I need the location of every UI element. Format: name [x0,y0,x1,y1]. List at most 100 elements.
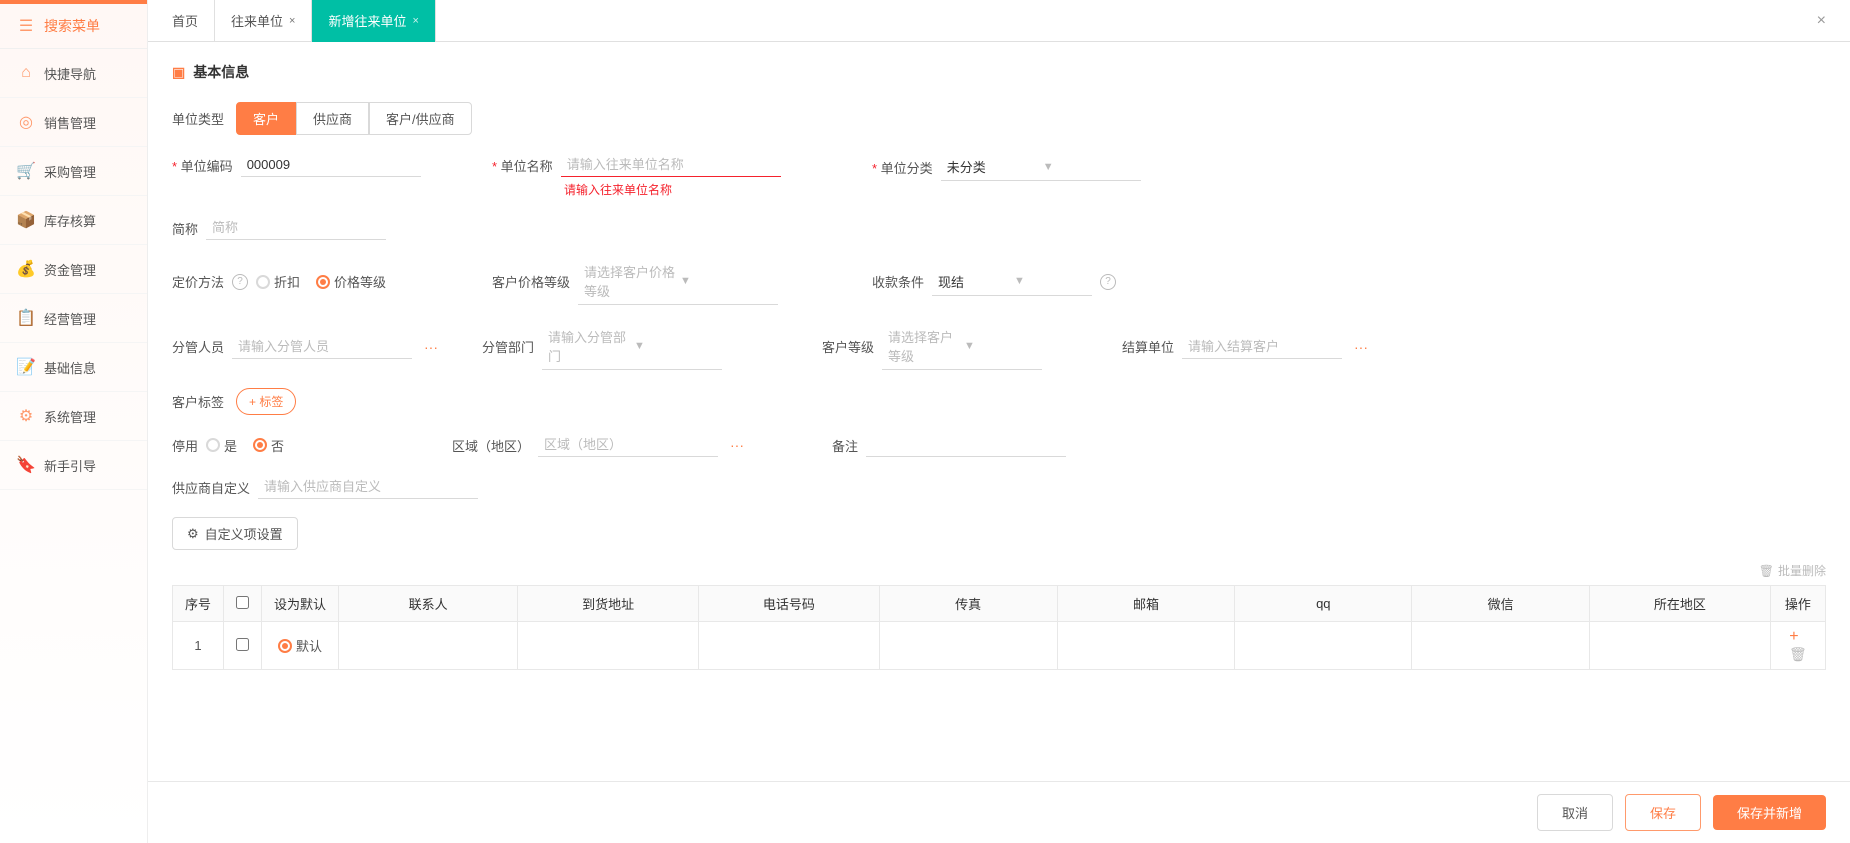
pricing-method-label: 定价方法 [172,272,224,291]
row-address-input[interactable] [526,638,690,653]
row-default-cell: 默认 [262,622,339,670]
short-name-row: 简称 [172,216,1826,240]
disabled-row: 停用 是 否 区域（地区） [172,433,1826,457]
sidebar-item-purchase[interactable]: 🛒 采购管理 [0,147,147,196]
save-button[interactable]: 保存 [1625,794,1701,831]
sidebar-item-label: 基础信息 [44,358,96,377]
row-checkbox[interactable] [232,638,253,651]
region-more-icon[interactable]: ··· [730,437,744,453]
radio-yes-circle [206,438,220,452]
col-checkbox [224,586,262,622]
tab-partner[interactable]: 往来单位 × [215,0,312,42]
row-seq: 1 [173,622,224,670]
col-address: 到货地址 [518,586,699,622]
short-name-input[interactable] [206,216,386,240]
tab-partner-close[interactable]: × [289,15,295,27]
manager-more-icon[interactable]: ··· [424,339,438,355]
search-icon: ☰ [16,16,36,36]
table-row: 1 默认 [173,622,1826,670]
tab-new-partner-label: 新增往来单位 [328,11,406,30]
sidebar-item-system[interactable]: ⚙ 系统管理 [0,392,147,441]
sidebar-item-operations[interactable]: 📋 经营管理 [0,294,147,343]
sidebar-item-quick-nav[interactable]: ⌂ 快捷导航 [0,49,147,98]
sidebar-search[interactable]: ☰ 搜索菜单 [0,4,147,49]
supplier-custom-input[interactable] [258,475,478,499]
region-input[interactable] [538,433,718,457]
tab-new-partner[interactable]: 新增往来单位 × [312,0,435,42]
select-all-checkbox[interactable] [236,596,249,609]
sidebar-item-sales[interactable]: ◎ 销售管理 [0,98,147,147]
remark-input[interactable] [866,433,1066,457]
unit-category-select[interactable]: 未分类 ▼ [941,153,1141,181]
sidebar-item-finance[interactable]: 💰 资金管理 [0,245,147,294]
radio-no-circle [253,438,267,452]
settlement-more-icon[interactable]: ··· [1354,339,1368,355]
row-address [518,622,699,670]
btn-both[interactable]: 客户/供应商 [369,102,472,135]
sidebar-item-basic-info[interactable]: 📝 基础信息 [0,343,147,392]
sidebar-item-label: 库存核算 [44,211,96,230]
row-default-radio-circle [278,639,292,653]
radio-yes[interactable]: 是 [206,436,237,455]
customer-price-level-arrow: ▼ [680,275,772,287]
sidebar-item-inventory[interactable]: 📦 库存核算 [0,196,147,245]
unit-name-error: 请输入往来单位名称 [564,181,672,198]
row-fax-input[interactable] [888,638,1049,653]
pricing-help-icon[interactable]: ? [232,274,248,290]
customer-level-arrow: ▼ [964,340,1036,352]
cancel-button[interactable]: 取消 [1537,794,1613,831]
btn-supplier[interactable]: 供应商 [296,102,369,135]
save-new-button[interactable]: 保存并新增 [1713,795,1826,830]
tab-home[interactable]: 首页 [156,0,215,42]
row-contact-input[interactable] [347,638,509,653]
row-email-input[interactable] [1066,638,1227,653]
sidebar-item-guide[interactable]: 🔖 新手引导 [0,441,147,490]
col-email: 邮箱 [1057,586,1235,622]
col-phone: 电话号码 [698,586,879,622]
settlement-unit-input[interactable] [1182,335,1342,359]
close-all-tabs[interactable]: × [1801,0,1842,42]
row-phone-input[interactable] [707,638,871,653]
row-checkbox-cell [224,622,262,670]
row-default-radio[interactable]: 默认 [270,636,330,655]
row-contact [339,622,518,670]
custom-settings-button[interactable]: ⚙ 自定义项设置 [172,517,298,550]
department-arrow: ▼ [634,340,716,352]
radio-no-label: 否 [271,436,284,455]
customer-tag-label: 客户标签 [172,392,224,411]
customer-price-level-select[interactable]: 请选择客户价格等级 ▼ [578,258,778,305]
row-add-button[interactable]: + [1789,628,1798,645]
row-delete-button[interactable]: 🗑 [1789,646,1807,662]
unit-category-label: 单位分类 [872,158,933,177]
add-tag-label: + 标签 [249,393,283,410]
col-qq: qq [1235,586,1412,622]
unit-category-value: 未分类 [947,157,1039,176]
disabled-label: 停用 [172,436,198,455]
row-qq [1235,622,1412,670]
custom-settings-label: 自定义项设置 [205,524,283,543]
sidebar-item-label: 资金管理 [44,260,96,279]
btn-customer[interactable]: 客户 [236,102,296,135]
sidebar-item-label: 销售管理 [44,113,96,132]
row-wechat-input[interactable] [1420,638,1581,653]
col-action: 操作 [1770,586,1825,622]
department-select[interactable]: 请输入分管部门 ▼ [542,323,722,370]
row-qq-input[interactable] [1243,638,1403,653]
unit-name-input[interactable] [561,153,781,177]
customer-level-select[interactable]: 请选择客户等级 ▼ [882,323,1042,370]
payment-terms-select[interactable]: 现结 ▼ [932,268,1092,296]
radio-discount[interactable]: 折扣 [256,272,300,291]
radio-no[interactable]: 否 [253,436,284,455]
tab-new-partner-close[interactable]: × [412,15,418,27]
payment-terms-value: 现结 [938,272,1010,291]
add-tag-button[interactable]: + 标签 [236,388,296,415]
payment-terms-help-icon[interactable]: ? [1100,274,1116,290]
col-region: 所在地区 [1590,586,1771,622]
batch-delete-button[interactable]: 🗑 批量删除 [172,562,1826,579]
radio-yes-label: 是 [224,436,237,455]
unit-code-input[interactable] [241,153,421,177]
row-region-input[interactable] [1598,638,1762,653]
row-fax [879,622,1057,670]
manager-input[interactable] [232,335,412,359]
radio-price-level[interactable]: 价格等级 [316,272,386,291]
